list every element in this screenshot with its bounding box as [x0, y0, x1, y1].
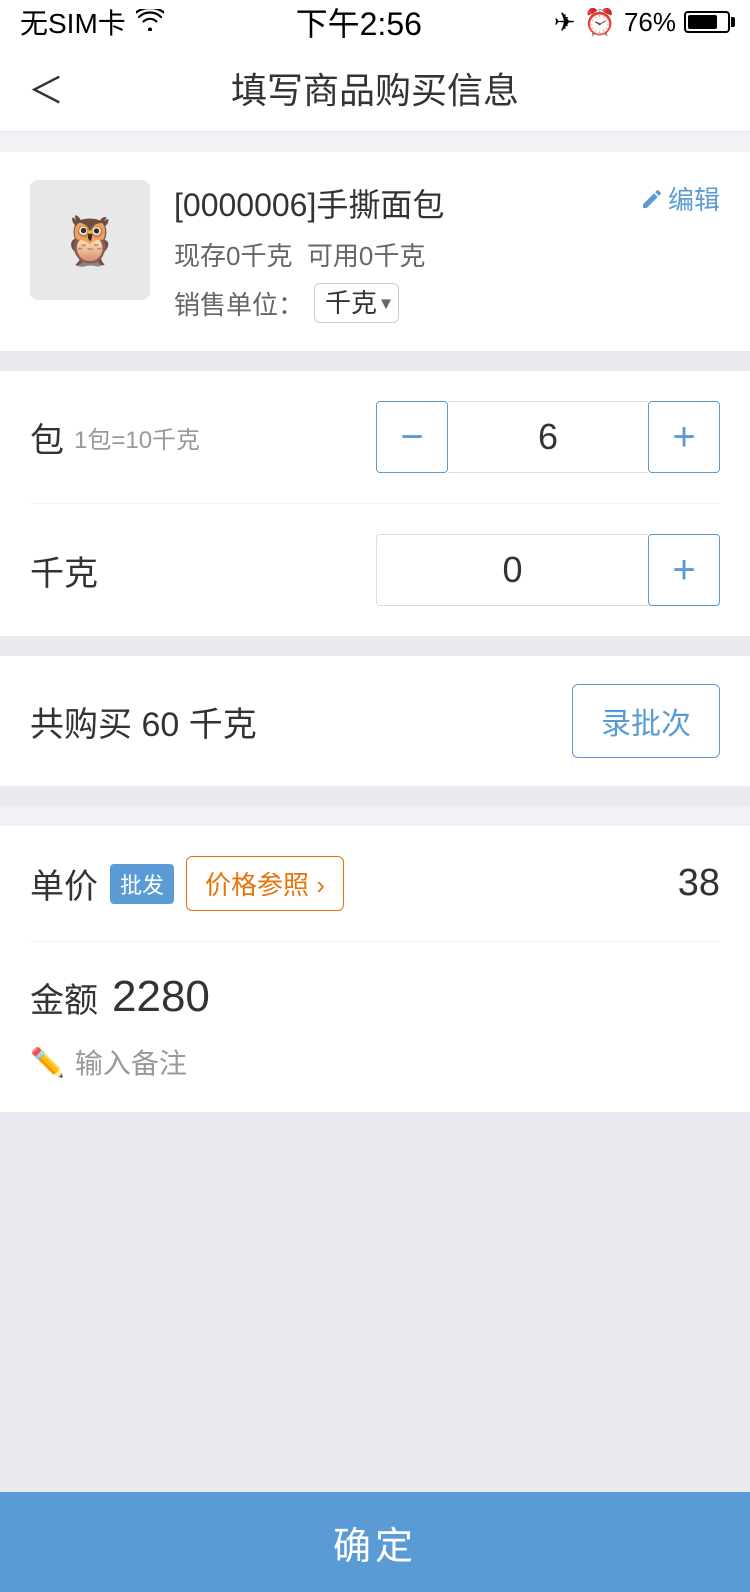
battery-percent: 76% [624, 7, 676, 38]
pack-label: 包 1包=10千克 [30, 413, 200, 462]
price-value: 38 [678, 862, 720, 905]
unit-select[interactable]: 千克 [314, 283, 399, 323]
empty-space [0, 1112, 750, 1492]
page-title: 填写商品购买信息 [231, 62, 519, 114]
price-row: 单价 批发 价格参照 › 38 [30, 856, 720, 942]
summary-amount: 60 [141, 706, 179, 744]
kg-input[interactable] [376, 534, 648, 606]
amount-row: 金额 2280 [30, 972, 720, 1022]
kg-row: 千克 + [30, 504, 720, 636]
unit-select-wrapper[interactable]: 千克 [314, 283, 399, 323]
product-info: [0000006]手撕面包 编辑 现存0千克 可用0千克 销售单位： [174, 180, 720, 323]
kg-controls: + [376, 534, 720, 606]
carrier-label: 无SIM卡 [20, 2, 126, 42]
summary-section: 共购买 60 千克 录批次 [0, 656, 750, 786]
price-section: 单价 批发 价格参照 › 38 [0, 826, 750, 942]
price-type-tag: 批发 [110, 864, 174, 904]
edit-button[interactable]: 编辑 [640, 180, 720, 217]
pack-controls: − + [376, 401, 720, 473]
pack-input[interactable] [448, 401, 648, 473]
section-divider-3 [0, 786, 750, 806]
back-button[interactable]: ＜ [28, 62, 64, 114]
battery-icon [684, 11, 730, 33]
nav-bar: ＜ 填写商品购买信息 [0, 44, 750, 132]
amount-section: 金额 2280 ✏️ 输入备注 [0, 942, 750, 1112]
product-name: [0000006]手撕面包 [174, 180, 444, 226]
note-row[interactable]: ✏️ 输入备注 [30, 1022, 720, 1112]
note-label[interactable]: 输入备注 [75, 1042, 187, 1082]
section-divider-1 [0, 351, 750, 371]
product-logo: 🦉 [60, 212, 120, 269]
alarm-icon: ⏰ [584, 7, 616, 38]
status-bar: 无SIM卡 下午2:56 ✈ ⏰ 76% [0, 0, 750, 44]
location-icon: ✈ [554, 7, 576, 38]
product-stock: 现存0千克 可用0千克 [174, 236, 720, 273]
quantity-section: 包 1包=10千克 − + 千克 + [0, 371, 750, 636]
product-card: 🦉 [0000006]手撕面包 编辑 现存0千克 可用0千克 销售单 [0, 152, 750, 351]
confirm-button[interactable]: 确定 [0, 1492, 750, 1592]
section-divider-2 [0, 636, 750, 656]
pack-hint: 1包=10千克 [74, 420, 200, 455]
product-unit-row: 销售单位： 千克 [174, 283, 720, 323]
product-image: 🦉 [30, 180, 150, 300]
wifi-icon [136, 6, 164, 38]
status-bar-time: 下午2:56 [296, 0, 422, 45]
amount-value: 2280 [112, 972, 210, 1022]
kg-label: 千克 [30, 546, 98, 595]
price-label: 单价 批发 价格参照 › [30, 856, 344, 911]
pencil-icon: ✏️ [30, 1046, 65, 1079]
record-batch-button[interactable]: 录批次 [572, 684, 720, 758]
pack-minus-button[interactable]: − [376, 401, 448, 473]
kg-plus-button[interactable]: + [648, 534, 720, 606]
amount-label: 金额 [30, 973, 98, 1022]
pack-row: 包 1包=10千克 − + [30, 371, 720, 504]
pack-plus-button[interactable]: + [648, 401, 720, 473]
unit-label: 销售单位： [174, 285, 304, 322]
summary-text: 共购买 60 千克 [30, 697, 257, 746]
price-ref-button[interactable]: 价格参照 › [186, 856, 344, 911]
edit-label: 编辑 [668, 180, 720, 217]
